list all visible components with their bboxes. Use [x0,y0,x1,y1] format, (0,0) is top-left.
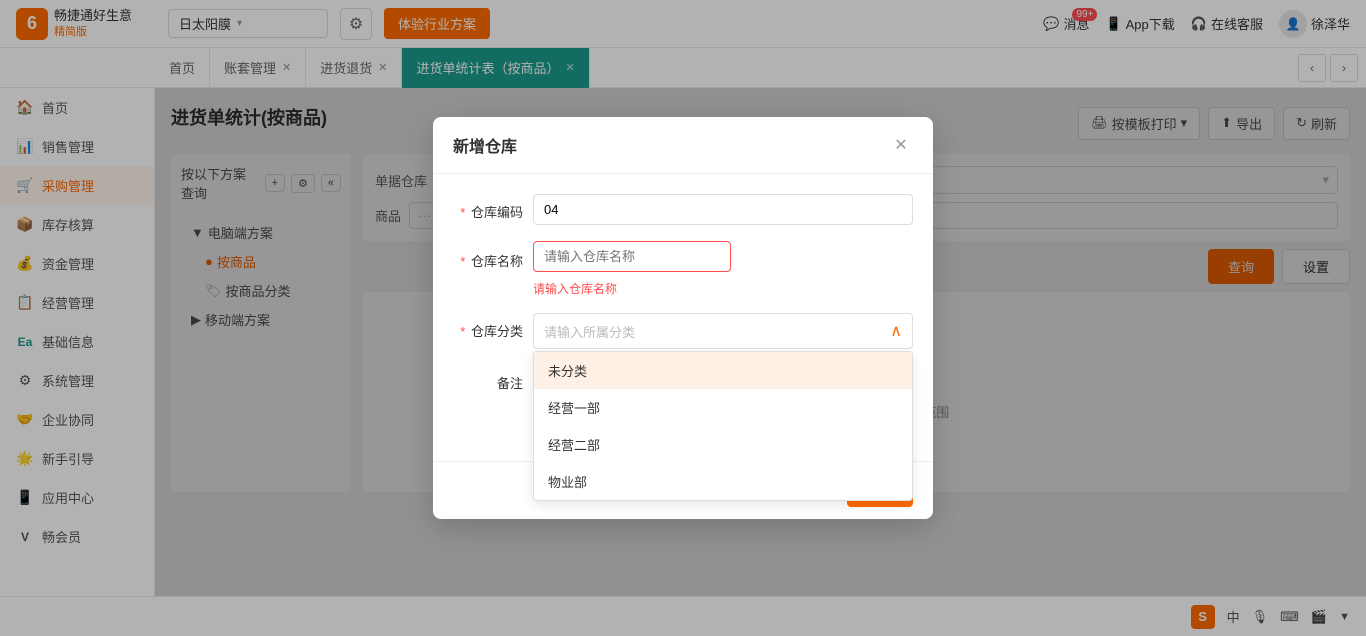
modal-overlay: 新增仓库 ✕ * 仓库编码 * 仓库名称 [0,0,1366,636]
code-input[interactable] [533,194,913,225]
category-input[interactable]: 请输入所属分类 ∧ [533,313,913,349]
cat-option-2[interactable]: 经营二部 [534,426,912,463]
add-warehouse-modal: 新增仓库 ✕ * 仓库编码 * 仓库名称 [433,117,933,519]
name-label: * 仓库名称 [453,243,523,270]
modal-body: * 仓库编码 * 仓库名称 请输入仓库名称 [433,174,933,461]
code-label: * 仓库编码 [453,194,523,221]
category-placeholder: 请输入所属分类 [544,322,635,341]
category-dropdown: 未分类 经营一部 经营二部 物业部 [533,351,913,501]
cat-option-0[interactable]: 未分类 [534,352,912,389]
cat-option-1[interactable]: 经营一部 [534,389,912,426]
code-row: * 仓库编码 [453,194,913,225]
category-dropdown-wrapper: 请输入所属分类 ∧ 未分类 经营一部 经营二部 [533,313,913,349]
chevron-up-icon: ∧ [890,321,902,341]
modal-header: 新增仓库 ✕ [433,117,933,174]
name-row: * 仓库名称 请输入仓库名称 [453,241,913,297]
modal-close-button[interactable]: ✕ [889,133,913,157]
category-row: * 仓库分类 请输入所属分类 ∧ 未分类 经营一部 [453,313,913,349]
modal-title: 新增仓库 [453,133,517,157]
cat-option-3[interactable]: 物业部 [534,463,912,500]
name-error-msg: 请输入仓库名称 [533,280,617,297]
name-input[interactable] [533,241,731,272]
note-label: 备注 [453,365,523,392]
category-label: * 仓库分类 [453,313,523,340]
